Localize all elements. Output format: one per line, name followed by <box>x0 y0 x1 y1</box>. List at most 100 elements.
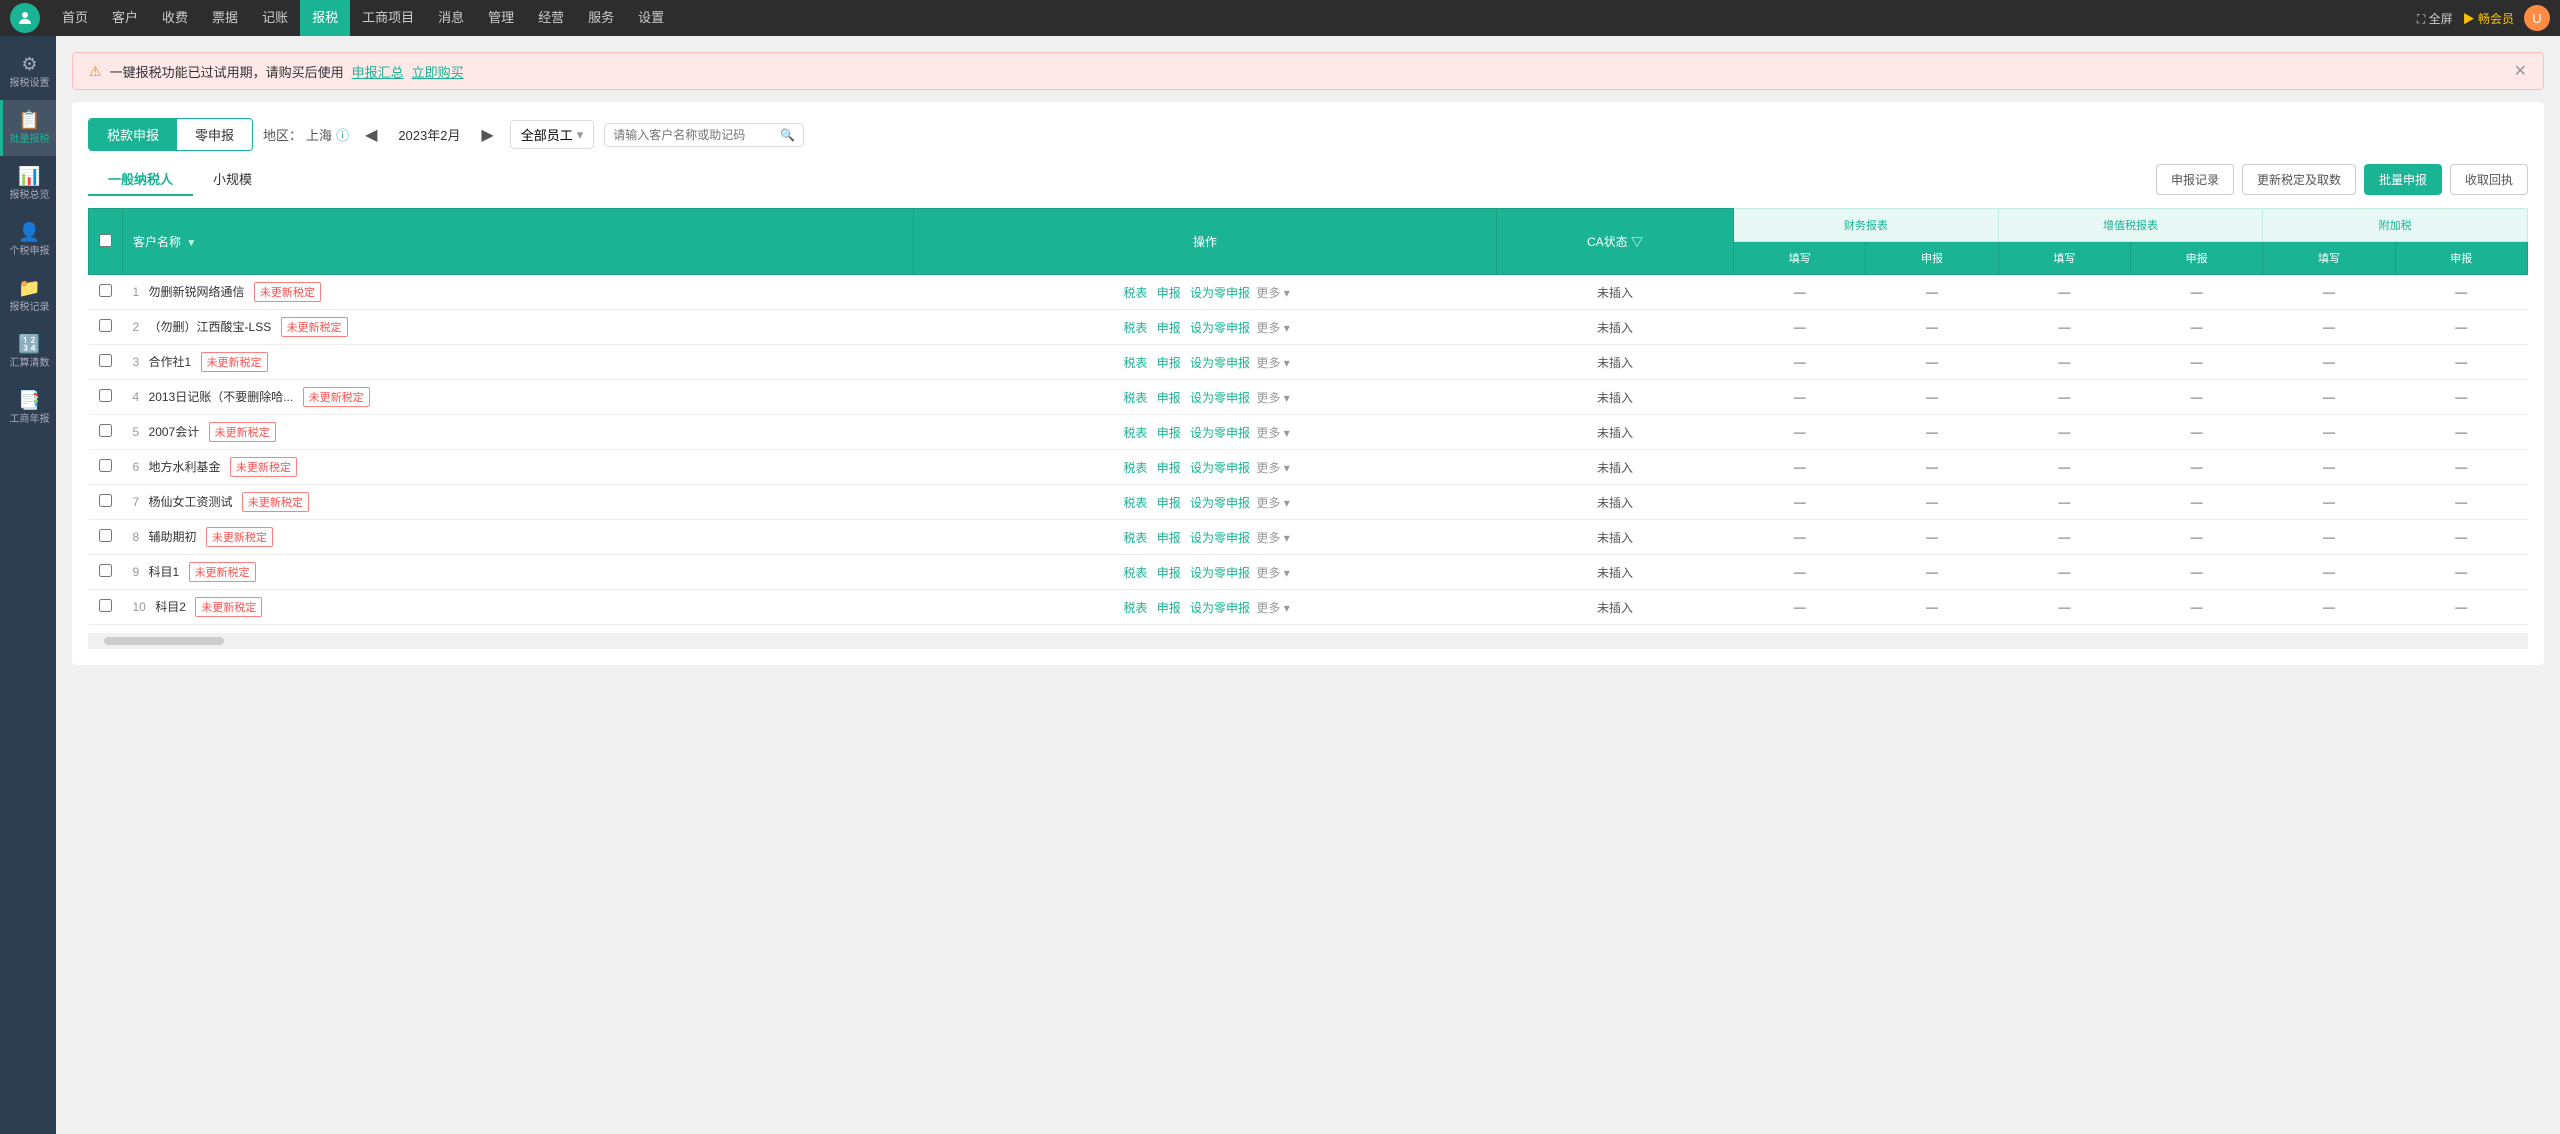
action-zero-9[interactable]: 设为零申报 <box>1190 601 1250 615</box>
action-apply-7[interactable]: 申报 <box>1157 531 1181 545</box>
action-tax-7[interactable]: 税表 <box>1123 531 1147 545</box>
select-all-checkbox[interactable] <box>99 234 112 247</box>
row-checkbox-5[interactable] <box>99 459 112 472</box>
action-more-8[interactable]: 更多 ▾ <box>1256 566 1289 580</box>
action-zero-2[interactable]: 设为零申报 <box>1190 356 1250 370</box>
nav-home[interactable]: 首页 <box>50 0 100 36</box>
client-name-0[interactable]: 勿删新锐网络通信 <box>149 285 245 299</box>
action-zero-8[interactable]: 设为零申报 <box>1190 566 1250 580</box>
client-name-2[interactable]: 合作社1 <box>149 355 192 369</box>
notification-link1[interactable]: 申报汇总 <box>352 62 404 81</box>
action-zero-1[interactable]: 设为零申报 <box>1190 321 1250 335</box>
sidebar-item-calc-clear[interactable]: 🔢 汇算清数 <box>0 324 56 380</box>
sidebar-item-business-report[interactable]: 📑 工商年报 <box>0 380 56 436</box>
date-next-btn[interactable]: ▶ <box>475 123 499 147</box>
retrieve-btn[interactable]: 收取回执 <box>2450 164 2528 195</box>
action-more-7[interactable]: 更多 ▾ <box>1256 531 1289 545</box>
client-name-9[interactable]: 科目2 <box>155 600 186 614</box>
action-zero-3[interactable]: 设为零申报 <box>1190 391 1250 405</box>
tab-tax-declare[interactable]: 税款申报 <box>89 119 177 150</box>
avatar[interactable]: U <box>2524 5 2550 31</box>
sidebar-item-personal-tax[interactable]: 👤 个税申报 <box>0 212 56 268</box>
action-apply-4[interactable]: 申报 <box>1157 426 1181 440</box>
action-more-6[interactable]: 更多 ▾ <box>1256 496 1289 510</box>
nav-business[interactable]: 工商项目 <box>350 0 426 36</box>
client-name-4[interactable]: 2007会计 <box>149 425 200 439</box>
row-checkbox-2[interactable] <box>99 354 112 367</box>
action-tax-0[interactable]: 税表 <box>1123 286 1147 300</box>
action-tax-1[interactable]: 税表 <box>1123 321 1147 335</box>
action-apply-2[interactable]: 申报 <box>1157 356 1181 370</box>
apply-record-btn[interactable]: 申报记录 <box>2156 164 2234 195</box>
action-more-0[interactable]: 更多 ▾ <box>1256 286 1289 300</box>
client-name-6[interactable]: 杨仙女工资测试 <box>149 495 233 509</box>
nav-billing[interactable]: 收费 <box>150 0 200 36</box>
nav-customer[interactable]: 客户 <box>100 0 150 36</box>
sidebar-item-tax-overview[interactable]: 📊 报税总览 <box>0 156 56 212</box>
client-name-5[interactable]: 地方水利基金 <box>149 460 221 474</box>
action-more-1[interactable]: 更多 ▾ <box>1256 321 1289 335</box>
action-apply-9[interactable]: 申报 <box>1157 601 1181 615</box>
notification-close[interactable]: ✕ <box>2514 61 2527 81</box>
action-tax-5[interactable]: 税表 <box>1123 461 1147 475</box>
client-name-8[interactable]: 科目1 <box>149 565 180 579</box>
search-input[interactable] <box>613 128 776 142</box>
tab-general-taxpayer[interactable]: 一般纳税人 <box>88 163 193 196</box>
employee-selector[interactable]: 全部员工 ▾ <box>510 120 595 149</box>
action-more-9[interactable]: 更多 ▾ <box>1256 601 1289 615</box>
nav-settings[interactable]: 设置 <box>626 0 676 36</box>
logo[interactable] <box>10 3 40 33</box>
action-more-5[interactable]: 更多 ▾ <box>1256 461 1289 475</box>
nav-service[interactable]: 服务 <box>576 0 626 36</box>
sidebar-item-tax-record[interactable]: 📁 报税记录 <box>0 268 56 324</box>
action-tax-6[interactable]: 税表 <box>1123 496 1147 510</box>
action-apply-8[interactable]: 申报 <box>1157 566 1181 580</box>
row-checkbox-9[interactable] <box>99 599 112 612</box>
nav-tax[interactable]: 报税 <box>300 0 350 36</box>
action-zero-0[interactable]: 设为零申报 <box>1190 286 1250 300</box>
client-name-3[interactable]: 2013日记账（不要删除哈... <box>149 390 294 404</box>
horizontal-scrollbar[interactable] <box>104 637 224 645</box>
sidebar-item-tax-settings[interactable]: ⚙ 报税设置 <box>0 44 56 100</box>
row-checkbox-3[interactable] <box>99 389 112 402</box>
batch-apply-btn[interactable]: 批量申报 <box>2364 164 2442 195</box>
action-tax-2[interactable]: 税表 <box>1123 356 1147 370</box>
action-more-2[interactable]: 更多 ▾ <box>1256 356 1289 370</box>
row-checkbox-7[interactable] <box>99 529 112 542</box>
nav-invoice[interactable]: 票据 <box>200 0 250 36</box>
action-apply-6[interactable]: 申报 <box>1157 496 1181 510</box>
client-name-7[interactable]: 辅助期初 <box>149 530 197 544</box>
row-checkbox-8[interactable] <box>99 564 112 577</box>
action-zero-5[interactable]: 设为零申报 <box>1190 461 1250 475</box>
tab-zero-report[interactable]: 零申报 <box>177 119 252 150</box>
client-name-1[interactable]: （勿删）江西酸宝-LSS <box>149 320 272 334</box>
date-prev-btn[interactable]: ◀ <box>359 123 383 147</box>
action-zero-7[interactable]: 设为零申报 <box>1190 531 1250 545</box>
nav-bookkeeping[interactable]: 记账 <box>250 0 300 36</box>
nav-messages[interactable]: 消息 <box>426 0 476 36</box>
info-icon[interactable]: ⓘ <box>336 125 349 144</box>
vip-btn[interactable]: ▶ 畅会员 <box>2463 10 2514 27</box>
row-checkbox-4[interactable] <box>99 424 112 437</box>
action-tax-8[interactable]: 税表 <box>1123 566 1147 580</box>
row-checkbox-6[interactable] <box>99 494 112 507</box>
action-apply-0[interactable]: 申报 <box>1157 286 1181 300</box>
sidebar-item-batch-tax[interactable]: 📋 批量报税 <box>0 100 56 156</box>
row-checkbox-1[interactable] <box>99 319 112 332</box>
nav-admin[interactable]: 管理 <box>476 0 526 36</box>
action-more-3[interactable]: 更多 ▾ <box>1256 391 1289 405</box>
row-checkbox-0[interactable] <box>99 284 112 297</box>
notification-link2[interactable]: 立即购买 <box>412 62 464 81</box>
action-apply-5[interactable]: 申报 <box>1157 461 1181 475</box>
action-more-4[interactable]: 更多 ▾ <box>1256 426 1289 440</box>
action-apply-3[interactable]: 申报 <box>1157 391 1181 405</box>
action-zero-6[interactable]: 设为零申报 <box>1190 496 1250 510</box>
search-icon[interactable]: 🔍 <box>780 128 795 142</box>
fullscreen-btn[interactable]: ⛶ 全屏 <box>2417 10 2453 27</box>
action-tax-3[interactable]: 税表 <box>1123 391 1147 405</box>
tab-small-taxpayer[interactable]: 小规模 <box>193 163 272 196</box>
nav-finance[interactable]: 经营 <box>526 0 576 36</box>
action-tax-9[interactable]: 税表 <box>1123 601 1147 615</box>
update-tax-btn[interactable]: 更新税定及取数 <box>2242 164 2356 195</box>
action-tax-4[interactable]: 税表 <box>1123 426 1147 440</box>
